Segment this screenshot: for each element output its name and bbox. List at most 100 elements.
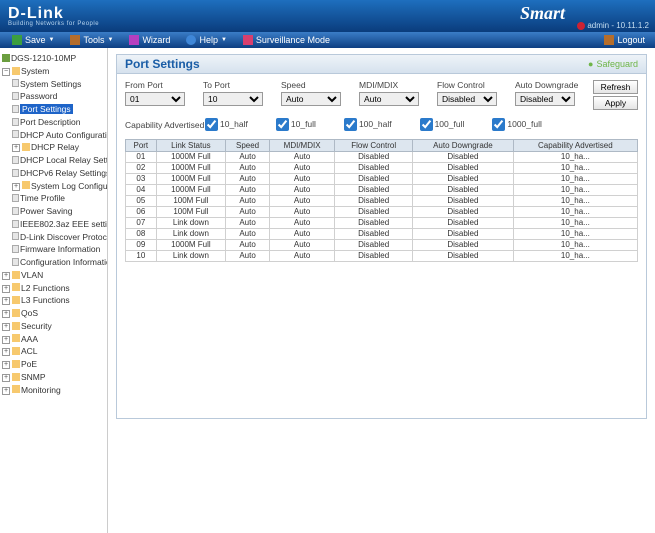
- logout-button[interactable]: Logout: [598, 35, 651, 45]
- tree-port-settings[interactable]: Port Settings: [12, 102, 105, 115]
- cap-10half[interactable]: 10_half: [205, 118, 248, 131]
- cap-adv-label: Capability Advertised: [125, 120, 205, 130]
- tree-l3[interactable]: +L3 Functions: [2, 293, 105, 306]
- tree-dhcp-relay[interactable]: +DHCP Relay: [12, 140, 105, 153]
- tools-menu[interactable]: Tools▼: [62, 35, 121, 45]
- expand-icon[interactable]: +: [2, 374, 10, 382]
- page-icon: [12, 105, 19, 113]
- table-row[interactable]: 10Link downAutoAutoDisabledDisabled10_ha…: [126, 251, 638, 262]
- page-icon: [12, 156, 19, 164]
- panel-title: Port Settings Safeguard: [116, 54, 647, 73]
- cell-auto_down: Disabled: [413, 240, 514, 251]
- tree-aaa[interactable]: +AAA: [2, 332, 105, 345]
- cap-1000full-checkbox[interactable]: [492, 118, 505, 131]
- cell-link: 1000M Full: [156, 240, 225, 251]
- expand-icon[interactable]: +: [2, 323, 10, 331]
- from-port-select[interactable]: 01: [125, 92, 185, 106]
- cell-link: 100M Full: [156, 207, 225, 218]
- cell-cap: 10_ha...: [513, 251, 637, 262]
- expand-icon[interactable]: +: [2, 272, 10, 280]
- tree-acl[interactable]: +ACL: [2, 344, 105, 357]
- cell-speed: Auto: [226, 174, 270, 185]
- expand-icon[interactable]: +: [12, 144, 20, 152]
- expand-icon[interactable]: +: [2, 361, 10, 369]
- table-row[interactable]: 041000M FullAutoAutoDisabledDisabled10_h…: [126, 185, 638, 196]
- expand-icon[interactable]: +: [2, 297, 10, 305]
- speed-select[interactable]: Auto: [281, 92, 341, 106]
- cell-cap: 10_ha...: [513, 207, 637, 218]
- cap-100half[interactable]: 100_half: [344, 118, 392, 131]
- wizard-button[interactable]: Wizard: [121, 35, 178, 45]
- tree-vlan[interactable]: +VLAN: [2, 268, 105, 281]
- tree-dhcpv6[interactable]: DHCPv6 Relay Settings: [12, 166, 105, 179]
- tree-security[interactable]: +Security: [2, 319, 105, 332]
- admin-info: admin - 10.11.1.2: [577, 21, 649, 30]
- page-icon: [12, 232, 19, 240]
- expand-icon[interactable]: +: [2, 387, 10, 395]
- tree-power-saving[interactable]: Power Saving: [12, 204, 105, 217]
- cap-1000full[interactable]: 1000_full: [492, 118, 542, 131]
- table-row[interactable]: 021000M FullAutoAutoDisabledDisabled10_h…: [126, 163, 638, 174]
- tree-device[interactable]: DGS-1210-10MP: [2, 51, 105, 64]
- tree-system-settings[interactable]: System Settings: [12, 77, 105, 90]
- tree-system[interactable]: −System System Settings Password Port Se…: [2, 64, 105, 268]
- cap-100full[interactable]: 100_full: [420, 118, 465, 131]
- autodown-select[interactable]: Disabled: [515, 92, 575, 106]
- tree-ieee8023az[interactable]: IEEE802.3az EEE settings: [12, 217, 105, 230]
- brand-logo: D-Link Building Networks for People: [8, 5, 99, 27]
- page-icon: [12, 169, 19, 177]
- expand-icon[interactable]: +: [2, 348, 10, 356]
- refresh-button[interactable]: Refresh: [593, 80, 638, 94]
- cap-10full-checkbox[interactable]: [276, 118, 289, 131]
- expand-icon[interactable]: +: [2, 310, 10, 318]
- help-menu[interactable]: Help▼: [178, 35, 234, 45]
- table-row[interactable]: 07Link downAutoAutoDisabledDisabled10_ha…: [126, 218, 638, 229]
- tree-monitoring[interactable]: +Monitoring: [2, 383, 105, 396]
- cell-mdi: Auto: [269, 185, 334, 196]
- mdi-select[interactable]: Auto: [359, 92, 419, 106]
- cell-flow: Disabled: [335, 251, 413, 262]
- flow-select[interactable]: Disabled: [437, 92, 497, 106]
- table-row[interactable]: 05100M FullAutoAutoDisabledDisabled10_ha…: [126, 196, 638, 207]
- folder-icon: [12, 347, 20, 355]
- tree-dhcp-auto[interactable]: DHCP Auto Configuration: [12, 128, 105, 141]
- tree-firmware[interactable]: Firmware Information: [12, 242, 105, 255]
- cell-mdi: Auto: [269, 196, 334, 207]
- col-autodown: Auto Downgrade: [413, 140, 514, 152]
- apply-button[interactable]: Apply: [593, 96, 638, 110]
- page-icon: [12, 194, 19, 202]
- table-row[interactable]: 08Link downAutoAutoDisabledDisabled10_ha…: [126, 229, 638, 240]
- cell-flow: Disabled: [335, 207, 413, 218]
- surveillance-button[interactable]: Surveillance Mode: [235, 35, 338, 45]
- col-port: Port: [126, 140, 157, 152]
- cell-speed: Auto: [226, 152, 270, 163]
- cap-10full[interactable]: 10_full: [276, 118, 316, 131]
- expand-icon[interactable]: +: [12, 183, 20, 191]
- tree-port-description[interactable]: Port Description: [12, 115, 105, 128]
- tree-poe[interactable]: +PoE: [2, 357, 105, 370]
- tree-l2[interactable]: +L2 Functions: [2, 281, 105, 294]
- table-row[interactable]: 06100M FullAutoAutoDisabledDisabled10_ha…: [126, 207, 638, 218]
- expand-icon[interactable]: +: [2, 336, 10, 344]
- tree-dlink-discover[interactable]: D-Link Discover Protocol: [12, 230, 105, 243]
- cap-100full-checkbox[interactable]: [420, 118, 433, 131]
- tree-syslog[interactable]: +System Log Configuration: [12, 179, 105, 192]
- cell-port: 04: [126, 185, 157, 196]
- content-area: Port Settings Safeguard From Port01 To P…: [108, 48, 655, 533]
- tree-snmp[interactable]: +SNMP: [2, 370, 105, 383]
- table-row[interactable]: 011000M FullAutoAutoDisabledDisabled10_h…: [126, 152, 638, 163]
- to-port-select[interactable]: 10: [203, 92, 263, 106]
- expand-icon[interactable]: +: [2, 285, 10, 293]
- flow-label: Flow Control: [437, 80, 515, 90]
- cap-100half-checkbox[interactable]: [344, 118, 357, 131]
- table-row[interactable]: 091000M FullAutoAutoDisabledDisabled10_h…: [126, 240, 638, 251]
- tree-dhcp-local[interactable]: DHCP Local Relay Settings: [12, 153, 105, 166]
- cap-10half-checkbox[interactable]: [205, 118, 218, 131]
- tree-qos[interactable]: +QoS: [2, 306, 105, 319]
- tree-password[interactable]: Password: [12, 89, 105, 102]
- table-row[interactable]: 031000M FullAutoAutoDisabledDisabled10_h…: [126, 174, 638, 185]
- collapse-icon[interactable]: −: [2, 68, 10, 76]
- save-menu[interactable]: Save▼: [4, 35, 62, 45]
- tree-config-info[interactable]: Configuration Information: [12, 255, 105, 268]
- tree-time-profile[interactable]: Time Profile: [12, 191, 105, 204]
